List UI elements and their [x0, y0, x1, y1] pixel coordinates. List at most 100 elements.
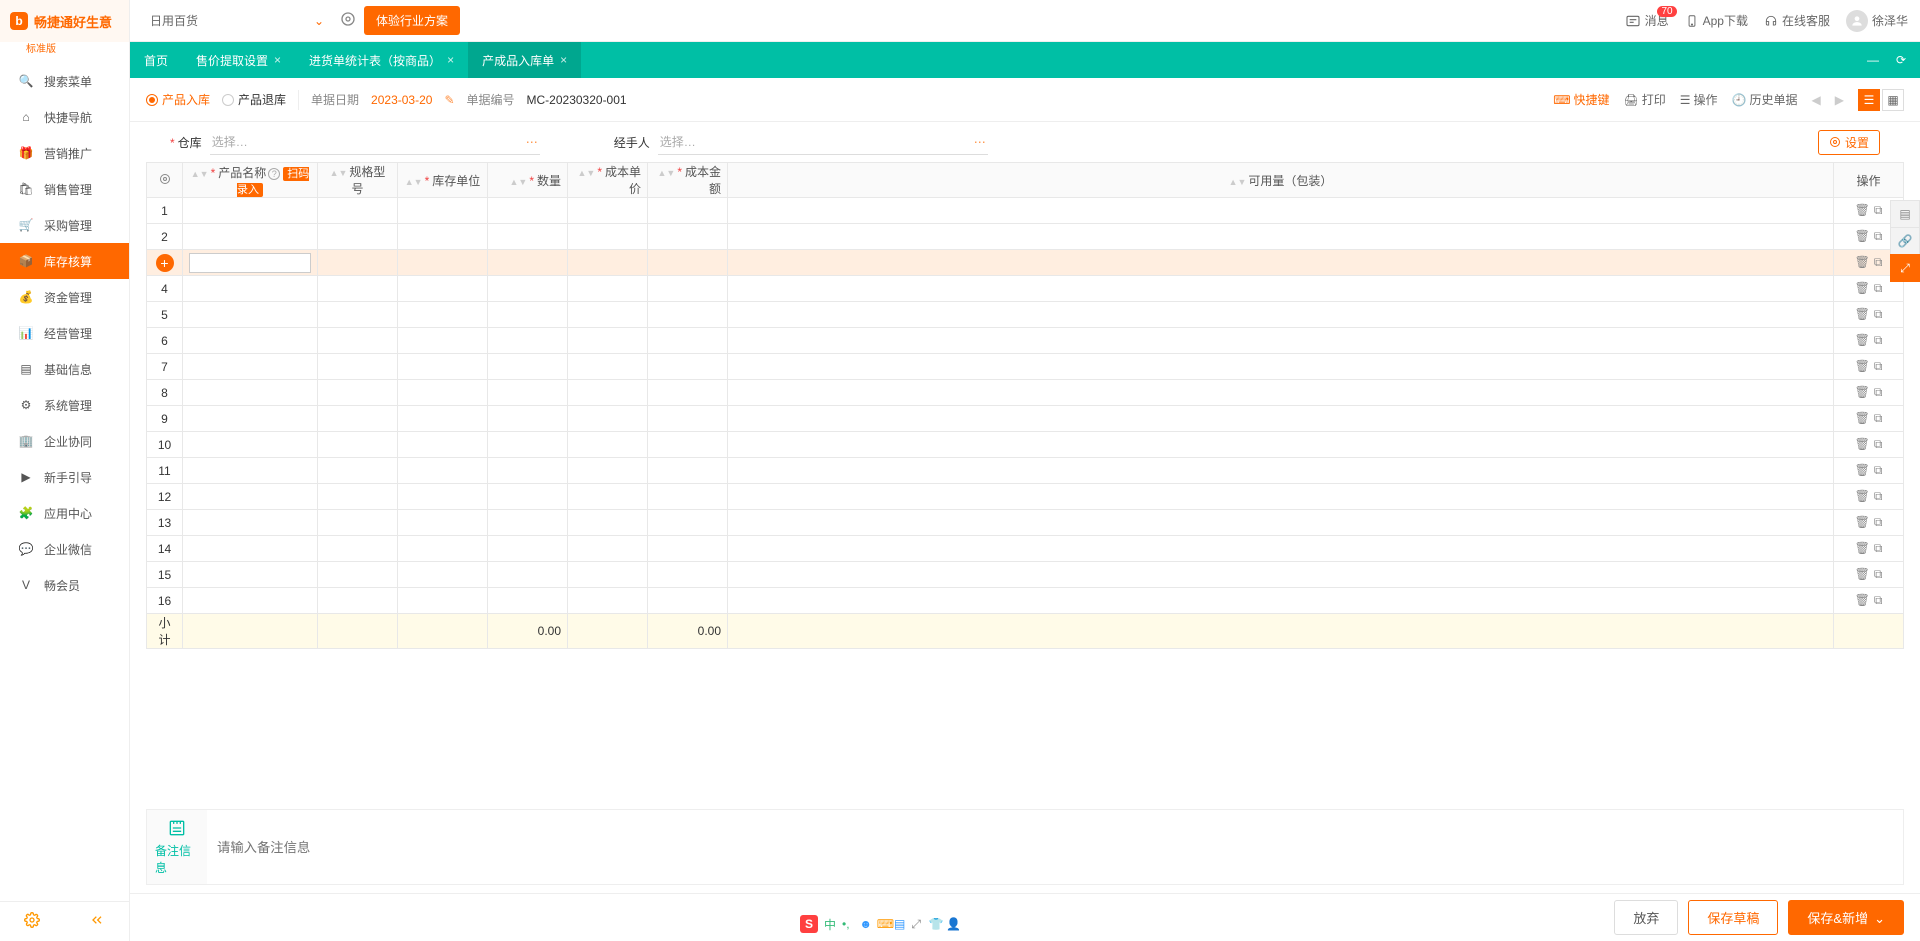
settings-gear-icon[interactable]: [24, 912, 40, 931]
tab-3[interactable]: 产成品入库单×: [468, 42, 581, 78]
close-icon[interactable]: ×: [560, 53, 567, 67]
delete-row-icon[interactable]: 🗑: [1855, 593, 1870, 607]
copy-row-icon[interactable]: ⧉: [1874, 229, 1883, 244]
copy-row-icon[interactable]: ⧉: [1874, 463, 1883, 478]
ime-lang[interactable]: 中: [824, 916, 836, 933]
delete-row-icon[interactable]: 🗑: [1855, 255, 1870, 269]
ime-logo-icon[interactable]: S: [800, 915, 818, 933]
sidebar-item-4[interactable]: 🛒采购管理: [0, 207, 129, 243]
table-row[interactable]: 9🗑⧉: [147, 406, 1904, 432]
copy-row-icon[interactable]: ⧉: [1874, 385, 1883, 400]
table-row[interactable]: 1🗑⧉: [147, 198, 1904, 224]
tab-1[interactable]: 售价提取设置×: [182, 42, 295, 78]
delete-row-icon[interactable]: 🗑: [1855, 489, 1870, 503]
column-settings-button[interactable]: 设置: [1818, 130, 1880, 155]
col-available[interactable]: ▲▼可用量（包装）: [728, 163, 1834, 198]
table-row[interactable]: 12🗑⧉: [147, 484, 1904, 510]
print-button[interactable]: 🖨 打印: [1624, 91, 1666, 108]
user-menu[interactable]: 徐泽华: [1846, 10, 1908, 32]
table-row[interactable]: 4🗑⧉: [147, 276, 1904, 302]
sidebar-item-3[interactable]: 🛍销售管理: [0, 171, 129, 207]
table-row[interactable]: 10🗑⧉: [147, 432, 1904, 458]
copy-row-icon[interactable]: ⧉: [1874, 307, 1883, 322]
ime-tools[interactable]: •, ☻ ⌨ ▤ ⤢ 👕 👤: [842, 917, 960, 931]
edit-date-icon[interactable]: ✎: [444, 93, 454, 107]
table-row[interactable]: 15🗑⧉: [147, 562, 1904, 588]
copy-row-icon[interactable]: ⧉: [1874, 411, 1883, 426]
tabs-refresh-icon[interactable]: ⟳: [1888, 47, 1914, 73]
sidebar-item-10[interactable]: 🏢企业协同: [0, 423, 129, 459]
history-button[interactable]: 🕘 历史单据: [1732, 91, 1798, 108]
delete-row-icon[interactable]: 🗑: [1855, 203, 1870, 217]
save-new-button[interactable]: 保存&新增⌄: [1788, 900, 1904, 935]
sidebar-item-9[interactable]: ⚙系统管理: [0, 387, 129, 423]
date-value[interactable]: 2023-03-20: [371, 93, 432, 107]
copy-row-icon[interactable]: ⧉: [1874, 489, 1883, 504]
operate-button[interactable]: ☰ 操作: [1680, 91, 1718, 108]
delete-row-icon[interactable]: 🗑: [1855, 281, 1870, 295]
table-row[interactable]: 5🗑⧉: [147, 302, 1904, 328]
col-unit[interactable]: ▲▼*库存单位: [398, 163, 488, 198]
delete-row-icon[interactable]: 🗑: [1855, 541, 1870, 555]
sidebar-item-5[interactable]: 📦库存核算: [0, 243, 129, 279]
sidebar-item-0[interactable]: 🔍搜索菜单: [0, 63, 129, 99]
discard-button[interactable]: 放弃: [1614, 900, 1678, 935]
help-icon[interactable]: ?: [268, 168, 280, 180]
copy-row-icon[interactable]: ⧉: [1874, 281, 1883, 296]
delete-row-icon[interactable]: 🗑: [1855, 437, 1870, 451]
warehouse-select[interactable]: 选择… ⋯: [210, 129, 540, 155]
product-name-input[interactable]: [189, 253, 311, 273]
col-product-name[interactable]: ▲▼*产品名称?扫码录入: [183, 163, 318, 198]
shortcut-button[interactable]: ⌨ 快捷键: [1553, 91, 1609, 108]
table-row[interactable]: 14🗑⧉: [147, 536, 1904, 562]
sidebar-item-12[interactable]: 🧩应用中心: [0, 495, 129, 531]
col-price[interactable]: ▲▼*成本单价: [568, 163, 648, 198]
delete-row-icon[interactable]: 🗑: [1855, 515, 1870, 529]
delete-row-icon[interactable]: 🗑: [1855, 411, 1870, 425]
app-download-button[interactable]: App下载: [1685, 12, 1748, 29]
table-row[interactable]: +🗑⧉: [147, 250, 1904, 276]
float-tool-1[interactable]: ▤: [1890, 200, 1920, 228]
table-row[interactable]: 7🗑⧉: [147, 354, 1904, 380]
prev-doc-icon[interactable]: ◀: [1812, 93, 1821, 107]
copy-row-icon[interactable]: ⧉: [1874, 593, 1883, 608]
copy-row-icon[interactable]: ⧉: [1874, 437, 1883, 452]
col-qty[interactable]: ▲▼*数量: [488, 163, 568, 198]
float-tool-2[interactable]: 🔗: [1890, 227, 1920, 255]
view-grid-icon[interactable]: ▦: [1882, 89, 1904, 111]
sidebar-item-6[interactable]: 💰资金管理: [0, 279, 129, 315]
copy-row-icon[interactable]: ⧉: [1874, 203, 1883, 218]
messages-button[interactable]: 消息 70: [1625, 12, 1669, 29]
tab-2[interactable]: 进货单统计表（按商品）×: [295, 42, 468, 78]
delete-row-icon[interactable]: 🗑: [1855, 307, 1870, 321]
delete-row-icon[interactable]: 🗑: [1855, 463, 1870, 477]
table-row[interactable]: 13🗑⧉: [147, 510, 1904, 536]
view-list-icon[interactable]: ☰: [1858, 89, 1880, 111]
store-selector[interactable]: 日用百货 ⌄: [142, 8, 332, 34]
float-tool-expand[interactable]: ⤢: [1890, 254, 1920, 282]
col-amount[interactable]: ▲▼*成本金额: [648, 163, 728, 198]
copy-row-icon[interactable]: ⧉: [1874, 333, 1883, 348]
next-doc-icon[interactable]: ▶: [1835, 93, 1844, 107]
delete-row-icon[interactable]: 🗑: [1855, 359, 1870, 373]
support-button[interactable]: 在线客服: [1764, 12, 1830, 29]
table-row[interactable]: 11🗑⧉: [147, 458, 1904, 484]
handler-select[interactable]: 选择… ⋯: [658, 129, 988, 155]
sidebar-item-14[interactable]: V畅会员: [0, 567, 129, 603]
col-settings-header[interactable]: [147, 163, 183, 198]
copy-row-icon[interactable]: ⧉: [1874, 567, 1883, 582]
tab-0[interactable]: 首页: [130, 42, 182, 78]
close-icon[interactable]: ×: [274, 53, 281, 67]
sidebar-item-1[interactable]: ⌂快捷导航: [0, 99, 129, 135]
copy-row-icon[interactable]: ⧉: [1874, 359, 1883, 374]
delete-row-icon[interactable]: 🗑: [1855, 229, 1870, 243]
save-draft-button[interactable]: 保存草稿: [1688, 900, 1778, 935]
close-icon[interactable]: ×: [447, 53, 454, 67]
radio-product-return[interactable]: 产品退库: [222, 91, 286, 108]
collapse-sidebar-icon[interactable]: [89, 912, 105, 931]
sidebar-item-11[interactable]: ▶新手引导: [0, 459, 129, 495]
remark-input[interactable]: [207, 810, 1903, 884]
store-settings-icon[interactable]: [340, 11, 356, 30]
col-spec[interactable]: ▲▼规格型号: [318, 163, 398, 198]
delete-row-icon[interactable]: 🗑: [1855, 567, 1870, 581]
